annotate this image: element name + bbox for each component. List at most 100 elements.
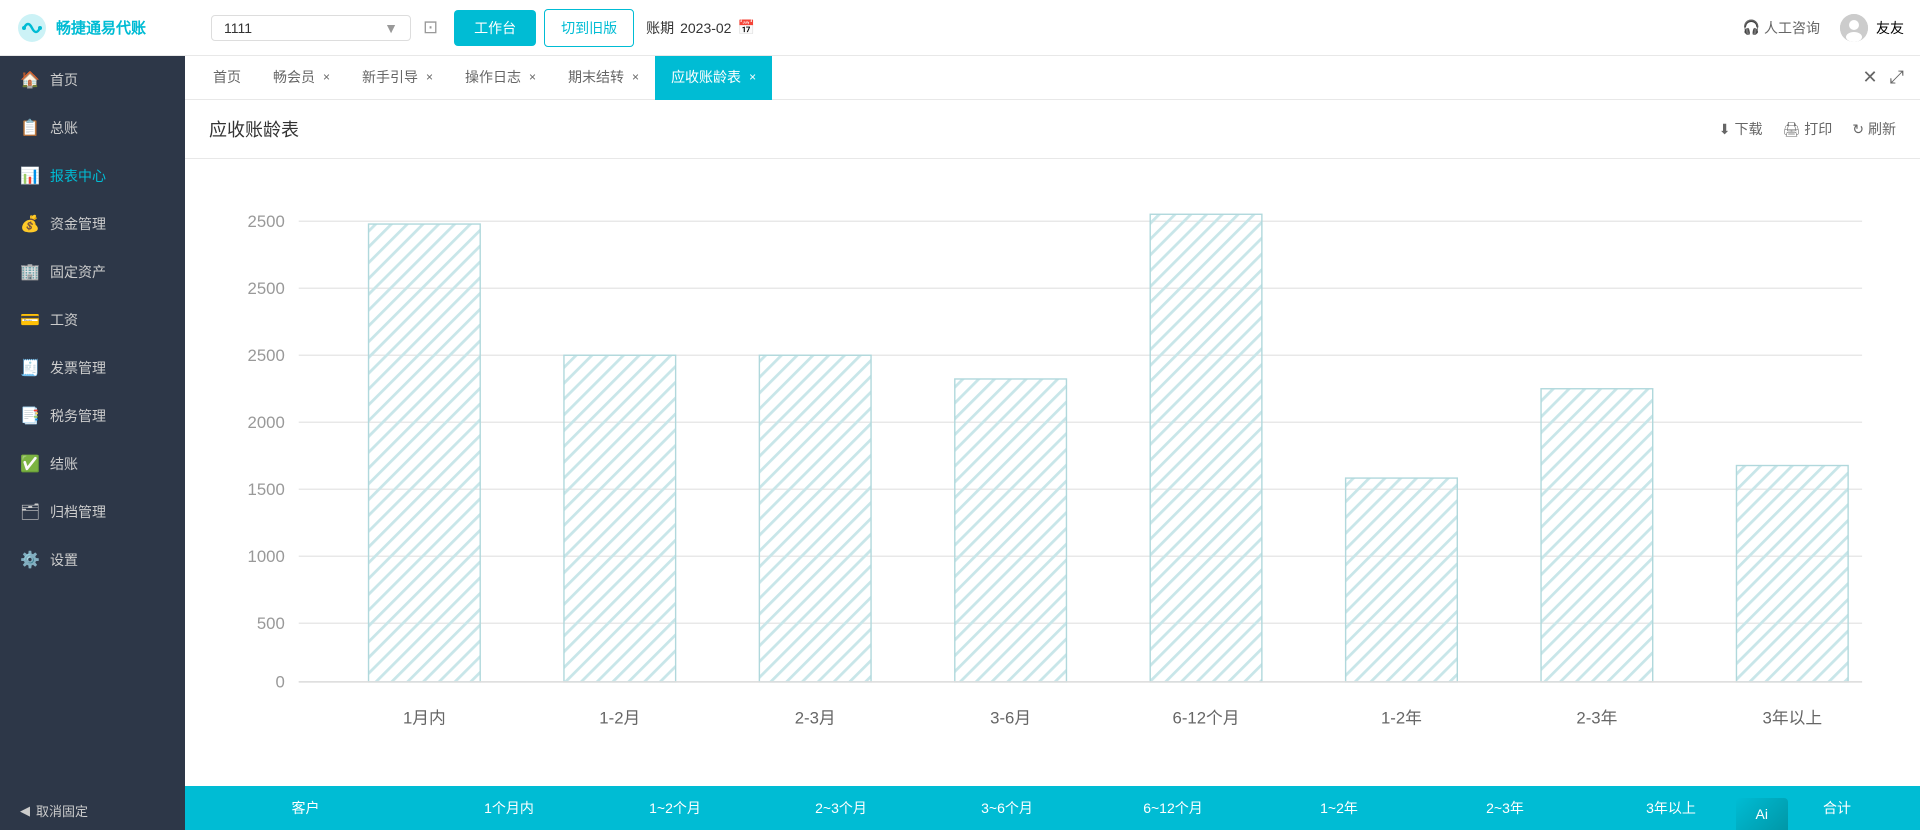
bar-2-3年 — [1541, 389, 1653, 682]
bar-2-3月 — [759, 355, 871, 682]
workbench-button[interactable]: 工作台 — [454, 10, 536, 46]
logo-text: 畅捷通易代账 — [56, 17, 146, 38]
consult-label: 人工咨询 — [1764, 18, 1820, 38]
close-tab-button[interactable]: ✕ — [1859, 63, 1882, 92]
sidebar-label-assets: 固定资产 — [50, 262, 106, 282]
tab-guide[interactable]: 新手引导 × — [346, 56, 449, 100]
tab-close-member[interactable]: × — [323, 70, 330, 84]
sidebar-item-home[interactable]: 🏠 首页 — [0, 56, 185, 104]
table-header-1: 1个月内 — [426, 798, 592, 818]
tab-label-guide: 新手引导 — [362, 67, 418, 87]
period-label: 账期 — [646, 18, 674, 38]
company-name: 1111 — [224, 20, 376, 36]
tab-close-oplog[interactable]: × — [529, 70, 536, 84]
sidebar: 🏠 首页📋 总账📊 报表中心💰 资金管理🏢 固定资产💳 工资🧾 发票管理📑 税务… — [0, 56, 185, 830]
svg-text:2500: 2500 — [248, 346, 285, 365]
calendar-icon[interactable]: 📅 — [737, 19, 754, 36]
table-header-4: 3~6个月 — [924, 798, 1090, 818]
sidebar-label-archive: 归档管理 — [50, 502, 106, 522]
table-header-3: 2~3个月 — [758, 798, 924, 818]
tax-icon: 📑 — [20, 406, 40, 426]
svg-text:1000: 1000 — [248, 547, 285, 566]
expand-tab-button[interactable]: ⤢ — [1886, 63, 1908, 92]
sidebar-label-funds: 资金管理 — [50, 214, 106, 234]
assets-icon: 🏢 — [20, 262, 40, 282]
svg-text:6-12个月: 6-12个月 — [1173, 709, 1240, 728]
checkout-icon: ✅ — [20, 454, 40, 474]
collapse-label: 取消固定 — [36, 801, 88, 820]
sidebar-item-funds[interactable]: 💰 资金管理 — [0, 200, 185, 248]
ledger-icon: 📋 — [20, 118, 40, 138]
user-name: 友友 — [1876, 18, 1904, 38]
bar-chart: 2500 2500 2500 2000 1500 1000 500 0 — [215, 179, 1890, 766]
funds-icon: 💰 — [20, 214, 40, 234]
table-header: 客户1个月内1~2个月2~3个月3~6个月6~12个月1~2年2~3年3年以上合… — [185, 786, 1920, 830]
switch-version-button[interactable]: 切到旧版 — [544, 9, 634, 47]
tab-label-home: 首页 — [213, 67, 241, 87]
tab-label-member: 畅会员 — [273, 67, 315, 87]
tab-close-yearend[interactable]: × — [632, 70, 639, 84]
sidebar-item-payroll[interactable]: 💳 工资 — [0, 296, 185, 344]
sidebar-item-tax[interactable]: 📑 税务管理 — [0, 392, 185, 440]
svg-text:1月内: 1月内 — [403, 709, 446, 728]
download-icon: ⬇ — [1719, 121, 1731, 138]
tab-aging[interactable]: 应收账龄表 × — [655, 56, 772, 100]
headset-icon: 🎧 — [1743, 19, 1760, 36]
table-header-0: 客户 — [185, 798, 426, 818]
sidebar-item-invoice[interactable]: 🧾 发票管理 — [0, 344, 185, 392]
tab-label-aging: 应收账龄表 — [671, 67, 741, 87]
copy-icon[interactable]: ⊡ — [423, 17, 438, 38]
table-header-6: 1~2年 — [1256, 798, 1422, 818]
chart-container: 2500 2500 2500 2000 1500 1000 500 0 — [185, 159, 1920, 786]
download-button[interactable]: ⬇ 下载 — [1719, 119, 1763, 139]
consult-button[interactable]: 🎧 人工咨询 — [1743, 18, 1820, 38]
page-title: 应收账龄表 — [209, 116, 299, 142]
refresh-button[interactable]: ↻ 刷新 — [1852, 119, 1896, 139]
print-button[interactable]: 🖨 打印 — [1782, 119, 1832, 139]
sidebar-collapse-button[interactable]: ◀ 取消固定 — [0, 791, 185, 830]
table-header-8: 3年以上 — [1588, 798, 1754, 818]
sidebar-item-assets[interactable]: 🏢 固定资产 — [0, 248, 185, 296]
tab-close-aging[interactable]: × — [749, 70, 756, 84]
svg-text:3年以上: 3年以上 — [1763, 709, 1823, 728]
svg-text:2000: 2000 — [248, 413, 285, 432]
tab-oplog[interactable]: 操作日志× — [449, 56, 552, 100]
svg-text:500: 500 — [257, 614, 285, 633]
sidebar-item-reports[interactable]: 📊 报表中心 — [0, 152, 185, 200]
sidebar-label-invoice: 发票管理 — [50, 358, 106, 378]
tab-close-guide[interactable]: × — [426, 70, 433, 84]
company-dropdown-arrow: ▼ — [384, 20, 398, 36]
table-header-7: 2~3年 — [1422, 798, 1588, 818]
ai-badge[interactable]: Ai — [1736, 798, 1788, 830]
sidebar-item-settings[interactable]: ⚙️ 设置 — [0, 536, 185, 584]
sidebar-label-payroll: 工资 — [50, 310, 78, 330]
sidebar-label-tax: 税务管理 — [50, 406, 106, 426]
sidebar-label-reports: 报表中心 — [50, 166, 106, 186]
sidebar-item-checkout[interactable]: ✅ 结账 — [0, 440, 185, 488]
svg-text:1500: 1500 — [248, 480, 285, 499]
table-header-5: 6~12个月 — [1090, 798, 1256, 818]
content-header: 应收账龄表 ⬇ 下载 🖨 打印 ↻ 刷新 — [185, 100, 1920, 159]
tab-member[interactable]: 畅会员 × — [257, 56, 346, 100]
tab-home[interactable]: 首页 — [197, 56, 257, 100]
invoice-icon: 🧾 — [20, 358, 40, 378]
svg-text:2-3年: 2-3年 — [1576, 709, 1617, 728]
svg-text:2500: 2500 — [248, 279, 285, 298]
sidebar-item-archive[interactable]: 🗂 归档管理 — [0, 488, 185, 536]
sidebar-item-ledger[interactable]: 📋 总账 — [0, 104, 185, 152]
bar-1月内 — [369, 224, 481, 682]
period-area: 账期 2023-02 📅 — [646, 18, 755, 38]
bar-3-6月 — [955, 379, 1067, 682]
home-icon: 🏠 — [20, 70, 40, 90]
print-icon: 🖨 — [1782, 121, 1800, 138]
company-selector[interactable]: 1111 ▼ — [211, 15, 411, 41]
svg-text:1-2年: 1-2年 — [1381, 709, 1422, 728]
bar-6-12月 — [1150, 214, 1262, 682]
bar-1-2月 — [564, 355, 676, 682]
tab-yearend[interactable]: 期末结转× — [552, 56, 655, 100]
sidebar-label-checkout: 结账 — [50, 454, 78, 474]
sidebar-label-home: 首页 — [50, 70, 78, 90]
sidebar-label-ledger: 总账 — [50, 118, 78, 138]
svg-text:1-2月: 1-2月 — [599, 709, 640, 728]
user-area[interactable]: 友友 — [1840, 14, 1904, 42]
